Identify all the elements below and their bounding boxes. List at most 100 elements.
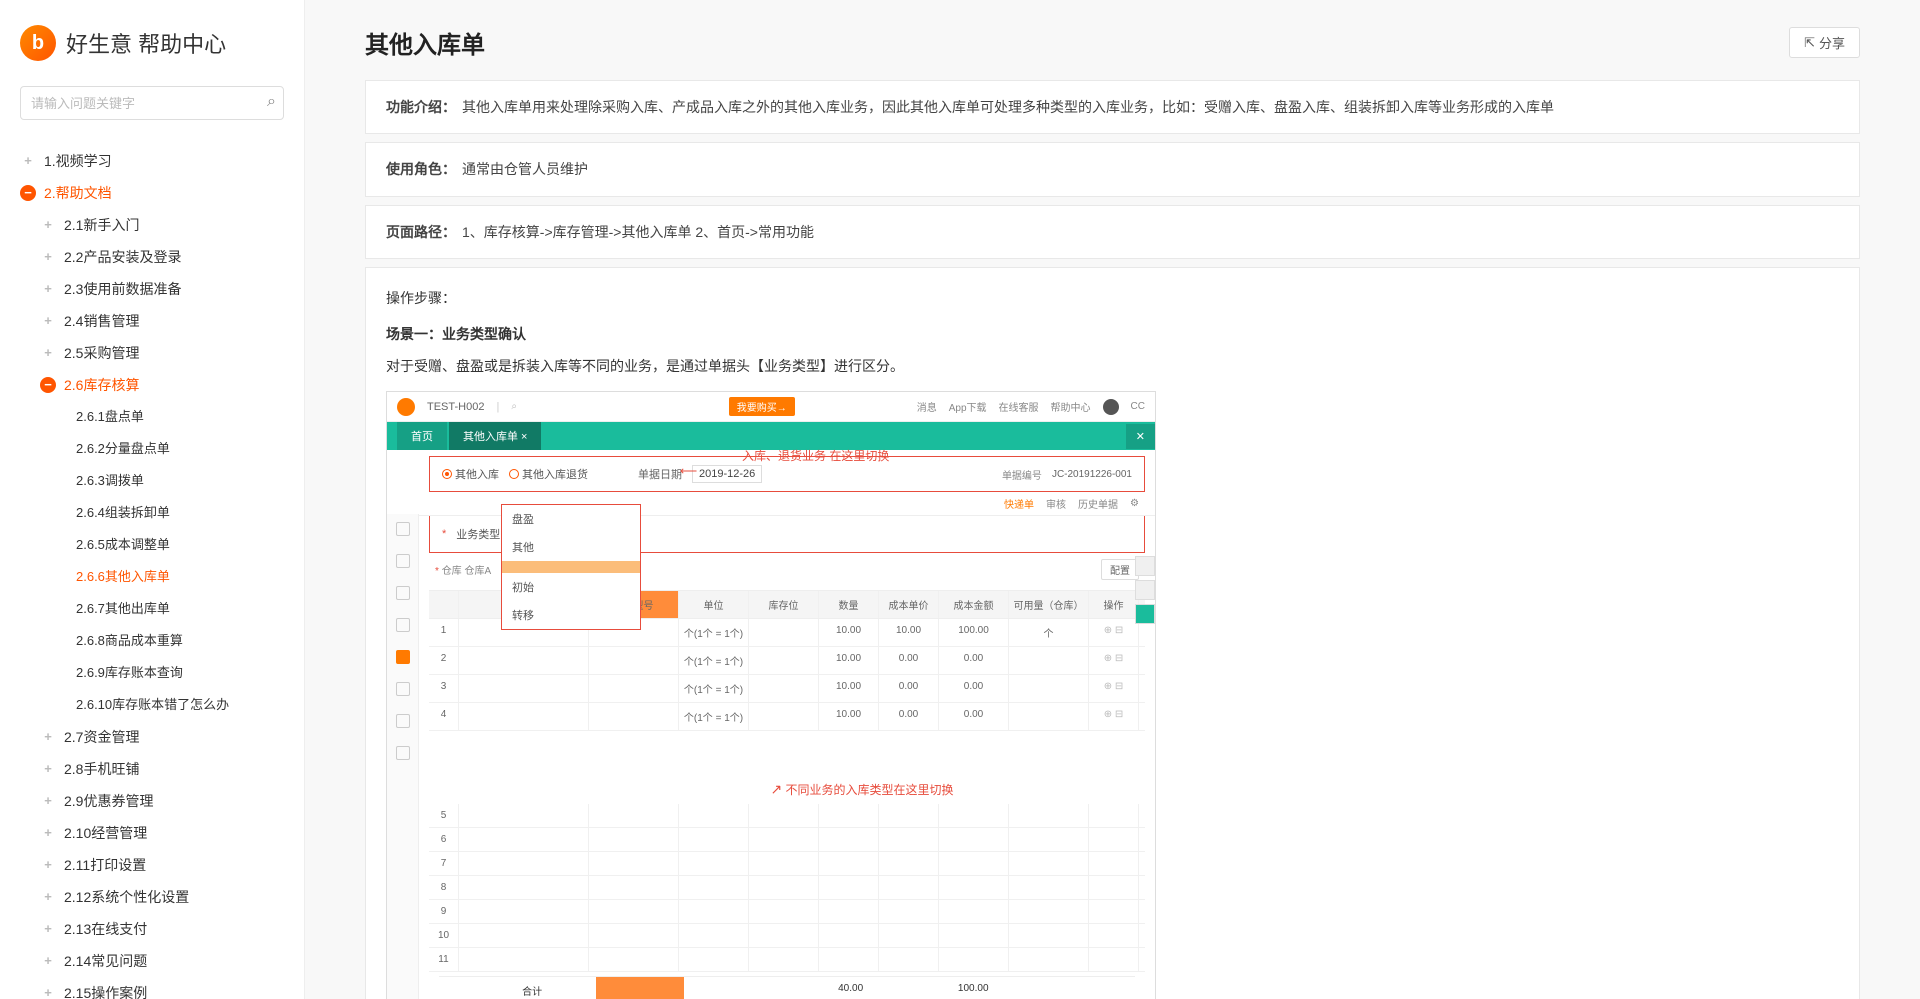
nav-2-6-1[interactable]: 2.6.1盘点单 — [20, 401, 284, 433]
sidebar: b 好生意 帮助中心 ⌕ 1.视频学习 2.帮助文档 2.1新手入门 2.2产品… — [0, 0, 305, 999]
mock-buy-button: 我要购买→ — [729, 397, 795, 416]
scene1-title: 场景一：业务类型确认 — [386, 324, 1839, 344]
info-intro: 功能介绍：其他入库单用来处理除采购入库、产成品入库之外的其他入库业务，因此其他入… — [365, 80, 1860, 134]
annotation-text2: ↗ 不同业务的入库类型在这里切换 — [579, 781, 1145, 798]
nav-2-4[interactable]: 2.4销售管理 — [20, 305, 284, 337]
mock-logo-icon — [397, 398, 415, 416]
nav-2-1[interactable]: 2.1新手入门 — [20, 209, 284, 241]
mock-dd-item: 其他 — [502, 533, 640, 561]
nav-2-14[interactable]: 2.14常见问题 — [20, 945, 284, 977]
nav-video-learning[interactable]: 1.视频学习 — [20, 145, 284, 177]
search-wrap: ⌕ — [20, 86, 284, 120]
mock-dropdown: 盘盈 其他 初始 转移 — [501, 504, 641, 630]
nav-help-docs[interactable]: 2.帮助文档 — [20, 177, 284, 209]
plus-icon — [40, 825, 56, 841]
gear-icon: ⚙ — [1130, 498, 1139, 509]
annotation-text: 入库、退货业务 在这里切换 — [742, 447, 889, 464]
nav-label: 2.11打印设置 — [64, 849, 146, 881]
rail-icon — [396, 650, 410, 664]
info-role-label: 使用角色： — [386, 161, 456, 177]
nav-2-10[interactable]: 2.10经营管理 — [20, 817, 284, 849]
nav-2-3[interactable]: 2.3使用前数据准备 — [20, 273, 284, 305]
nav-2-9[interactable]: 2.9优惠券管理 — [20, 785, 284, 817]
nav-2-7[interactable]: 2.7资金管理 — [20, 721, 284, 753]
nav-2-6-10[interactable]: 2.6.10库存账本错了怎么办 — [20, 689, 284, 721]
avatar-icon — [1103, 399, 1119, 415]
nav-2-15[interactable]: 2.15操作案例 — [20, 977, 284, 999]
mock-radio-out: 其他入库退货 — [509, 466, 588, 482]
share-button[interactable]: ⇱分享 — [1789, 27, 1860, 58]
nav-2-5[interactable]: 2.5采购管理 — [20, 337, 284, 369]
nav-label: 2.7资金管理 — [64, 721, 139, 753]
plus-icon — [40, 345, 56, 361]
nav-2-2[interactable]: 2.2产品安装及登录 — [20, 241, 284, 273]
nav-2-8[interactable]: 2.8手机旺铺 — [20, 753, 284, 785]
nav-label: 2.9优惠券管理 — [64, 785, 153, 817]
mock-table: 商品 规格型号 单位 库存位 数量 成本单价 成本金额 可用量（仓库） 操作 1… — [429, 590, 1145, 999]
mock-doc-no: JC-20191226-001 — [1052, 469, 1132, 480]
rail-icon — [396, 522, 410, 536]
search-input[interactable] — [20, 86, 284, 120]
site-title: 好生意 帮助中心 — [66, 27, 226, 59]
nav-label: 2.3使用前数据准备 — [64, 273, 181, 305]
embedded-screenshot: TEST-H002 | ⌕ 我要购买→ 消息 App下载 在线客服 帮助中心 C… — [386, 391, 1156, 999]
nav-2-12[interactable]: 2.12系统个性化设置 — [20, 881, 284, 913]
main-content: 其他入库单 ⇱分享 功能介绍：其他入库单用来处理除采购入库、产成品入库之外的其他… — [305, 0, 1920, 999]
mock-doc-no-label: 单据编号 — [1002, 467, 1042, 482]
mock-biztype-label: 业务类型 — [456, 526, 500, 542]
mock-radio-in: 其他入库 — [442, 466, 499, 482]
plus-icon — [40, 313, 56, 329]
table-row: 3个(1个 = 1个)10.000.000.00⊕ ⊟ — [429, 675, 1145, 703]
rail-icon — [396, 586, 410, 600]
info-path-label: 页面路径： — [386, 224, 456, 240]
nav-2-6-6[interactable]: 2.6.6其他入库单 — [20, 561, 284, 593]
share-icon: ⇱ — [1804, 35, 1815, 51]
plus-icon — [40, 889, 56, 905]
table-row: 7 — [429, 852, 1145, 876]
plus-icon — [40, 857, 56, 873]
search-button[interactable]: ⌕ — [267, 93, 276, 111]
nav-2-6-5[interactable]: 2.6.5成本调整单 — [20, 529, 284, 561]
mock-top-link: 在线客服 — [999, 399, 1039, 414]
nav-2-6-3[interactable]: 2.6.3调拨单 — [20, 465, 284, 497]
close-icon: ✕ — [1126, 424, 1155, 449]
mock-dd-item: 初始 — [502, 573, 640, 601]
mock-top-link: 帮助中心 — [1051, 399, 1091, 414]
nav-2-6-7[interactable]: 2.6.7其他出库单 — [20, 593, 284, 625]
plus-icon — [40, 249, 56, 265]
nav-2-11[interactable]: 2.11打印设置 — [20, 849, 284, 881]
nav-2-6-9[interactable]: 2.6.9库存账本查询 — [20, 657, 284, 689]
rail-icon — [396, 714, 410, 728]
rail-icon — [396, 682, 410, 696]
mock-dd-item: 盘盈 — [502, 505, 640, 533]
logo-icon: b — [20, 25, 56, 61]
nav-label: 2.5采购管理 — [64, 337, 139, 369]
nav-2-6-8[interactable]: 2.6.8商品成本重算 — [20, 625, 284, 657]
logo-block: b 好生意 帮助中心 — [20, 25, 284, 61]
rail-icon — [1135, 604, 1155, 624]
plus-icon — [40, 921, 56, 937]
mock-top-links: 消息 App下载 在线客服 帮助中心 CC — [917, 399, 1145, 415]
nav-2-6-2[interactable]: 2.6.2分量盘点单 — [20, 433, 284, 465]
mock-right-rail — [1135, 556, 1155, 624]
plus-icon — [40, 761, 56, 777]
mock-ware-value: 仓库A — [464, 566, 491, 577]
nav-2-13[interactable]: 2.13在线支付 — [20, 913, 284, 945]
table-row: 10 — [429, 924, 1145, 948]
mock-tb2-item: 历史单据 — [1078, 496, 1118, 511]
nav-2-6[interactable]: 2.6库存核算 — [20, 369, 284, 401]
plus-icon — [20, 153, 36, 169]
share-label: 分享 — [1819, 33, 1845, 52]
mock-tab-doc: 其他入库单 × — [449, 422, 541, 450]
mock-tb2-item: 审核 — [1046, 496, 1066, 511]
nav-tree: 1.视频学习 2.帮助文档 2.1新手入门 2.2产品安装及登录 2.3使用前数… — [20, 145, 284, 999]
mock-sum-row: 合计 40.00100.00 — [439, 976, 1135, 999]
nav-label: 2.8手机旺铺 — [64, 753, 139, 785]
mock-date-value: 2019-12-26 — [692, 465, 762, 483]
info-role: 使用角色：通常由仓管人员维护 — [365, 142, 1860, 196]
plus-icon — [40, 985, 56, 999]
nav-2-6-4[interactable]: 2.6.4组装拆卸单 — [20, 497, 284, 529]
plus-icon — [40, 281, 56, 297]
mock-top-link: App下载 — [949, 399, 987, 414]
nav-label: 2.6库存核算 — [64, 369, 139, 401]
